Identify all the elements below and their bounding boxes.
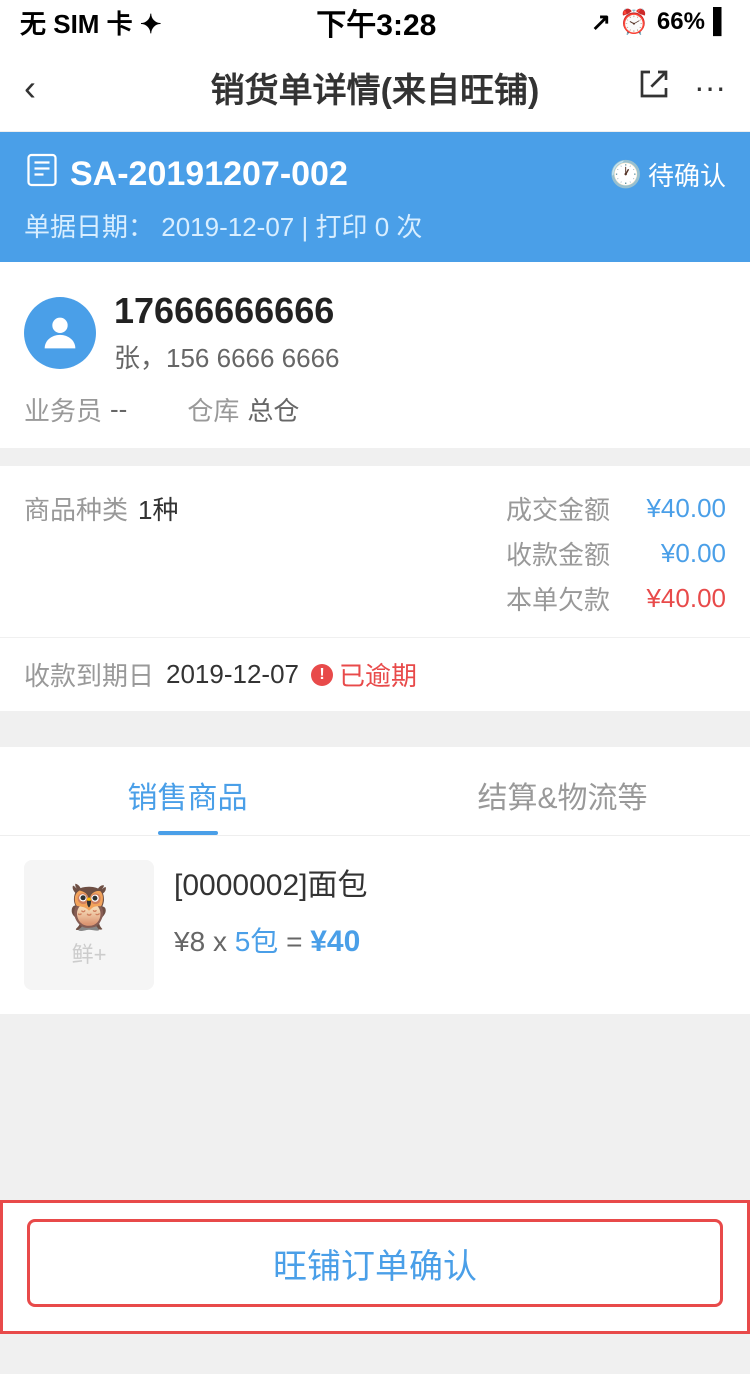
transaction-value: ¥40.00 bbox=[626, 493, 726, 524]
overdue-text: 已逾期 bbox=[339, 656, 417, 693]
alarm-icon: ⏰ bbox=[619, 8, 649, 37]
warehouse: 仓库 总仓 bbox=[187, 391, 299, 428]
customer-name: 张，156 6666 6666 bbox=[114, 338, 340, 375]
nav-bar: ‹ 销货单详情(来自旺铺) ··· bbox=[0, 44, 750, 132]
product-type-value: 1种 bbox=[138, 490, 178, 527]
product-name: [0000002]面包 bbox=[174, 860, 726, 904]
stats-section: 商品种类 1种 成交金额 ¥40.00 收款金额 ¥0.00 本单欠款 ¥40.… bbox=[0, 466, 750, 637]
owed-row: 本单欠款 ¥40.00 bbox=[506, 580, 726, 617]
share-icon[interactable] bbox=[638, 68, 670, 108]
amount-stats: 成交金额 ¥40.00 收款金额 ¥0.00 本单欠款 ¥40.00 bbox=[506, 490, 726, 617]
location-icon: ↗ bbox=[591, 8, 611, 37]
order-id-text: SA-20191207-002 bbox=[70, 155, 348, 194]
status-time: 下午3:28 bbox=[316, 0, 436, 44]
tab-sales-products[interactable]: 销售商品 bbox=[0, 747, 375, 835]
sales-person: 业务员 -- bbox=[24, 391, 127, 428]
order-id: SA-20191207-002 bbox=[24, 152, 348, 197]
status-left: 无 SIM 卡 ✦ bbox=[20, 4, 162, 41]
customer-section: 17666666666 张，156 6666 6666 业务员 -- 仓库 总仓 bbox=[0, 262, 750, 448]
due-label: 收款到期日 bbox=[24, 656, 154, 693]
received-value: ¥0.00 bbox=[626, 538, 726, 569]
product-type-label: 商品种类 bbox=[24, 490, 128, 527]
divider-1 bbox=[0, 448, 750, 466]
overdue-badge: ! 已逾期 bbox=[311, 656, 417, 693]
order-date: 单据日期： 2019-12-07 | 打印 0 次 bbox=[24, 207, 726, 244]
product-details: [0000002]面包 ¥8 x 5包 = ¥40 bbox=[174, 860, 726, 960]
product-section: 🦉 鲜+ [0000002]面包 ¥8 x 5包 bbox=[0, 836, 750, 1014]
tabs-section: 销售商品 结算&物流等 🦉 鲜+ [0000002]面包 bbox=[0, 747, 750, 1014]
product-image-placeholder: 🦉 bbox=[62, 881, 117, 933]
product-thumbnail: 🦉 鲜+ bbox=[24, 860, 154, 990]
customer-meta: 业务员 -- 仓库 总仓 bbox=[24, 391, 726, 428]
order-icon bbox=[24, 152, 60, 197]
back-button[interactable]: ‹ bbox=[24, 67, 84, 109]
tabs-bar: 销售商品 结算&物流等 bbox=[0, 747, 750, 836]
brand-plus: 鲜+ bbox=[72, 937, 107, 969]
customer-info: 17666666666 张，156 6666 6666 bbox=[114, 290, 340, 375]
order-status: 🕐 待确认 bbox=[610, 156, 726, 193]
tab-active-indicator bbox=[158, 831, 218, 835]
status-bar: 无 SIM 卡 ✦ 下午3:28 ↗ ⏰ 66% ▌ bbox=[0, 0, 750, 44]
clock-icon: 🕐 bbox=[610, 159, 642, 190]
confirm-order-button[interactable]: 旺铺订单确认 bbox=[27, 1219, 723, 1307]
order-header: SA-20191207-002 🕐 待确认 单据日期： 2019-12-07 |… bbox=[0, 132, 750, 262]
customer-phone: 17666666666 bbox=[114, 290, 340, 332]
status-text: 待确认 bbox=[648, 156, 726, 193]
date-value: 2019-12-07 bbox=[161, 212, 294, 242]
received-row: 收款金额 ¥0.00 bbox=[506, 535, 726, 572]
due-section: 收款到期日 2019-12-07 ! 已逾期 bbox=[0, 637, 750, 711]
page-title: 销货单详情(来自旺铺) bbox=[211, 63, 540, 112]
more-icon[interactable]: ··· bbox=[694, 69, 726, 106]
sales-value: -- bbox=[110, 394, 127, 425]
warehouse-value: 总仓 bbox=[247, 391, 299, 428]
battery-icon: ▌ bbox=[713, 8, 730, 36]
product-total: ¥40 bbox=[310, 925, 360, 958]
battery-level: 66% bbox=[657, 8, 705, 36]
status-right: ↗ ⏰ 66% ▌ bbox=[591, 8, 730, 37]
print-info: | 打印 0 次 bbox=[301, 212, 422, 242]
date-label: 单据日期： bbox=[24, 212, 154, 242]
product-item: 🦉 鲜+ [0000002]面包 ¥8 x 5包 bbox=[24, 860, 726, 990]
due-date-value: 2019-12-07 bbox=[166, 659, 299, 690]
product-type: 商品种类 1种 bbox=[24, 490, 178, 527]
divider-2 bbox=[0, 711, 750, 729]
product-price: ¥8 x 5包 = ¥40 bbox=[174, 920, 726, 960]
product-quantity: 5包 bbox=[235, 926, 279, 957]
overdue-icon: ! bbox=[311, 664, 333, 686]
tab-settlement-logistics[interactable]: 结算&物流等 bbox=[375, 747, 750, 835]
confirm-button-container: 旺铺订单确认 bbox=[0, 1200, 750, 1334]
transaction-row: 成交金额 ¥40.00 bbox=[506, 490, 726, 527]
nav-actions: ··· bbox=[638, 68, 726, 108]
owed-value: ¥40.00 bbox=[626, 583, 726, 614]
customer-avatar bbox=[24, 297, 96, 369]
